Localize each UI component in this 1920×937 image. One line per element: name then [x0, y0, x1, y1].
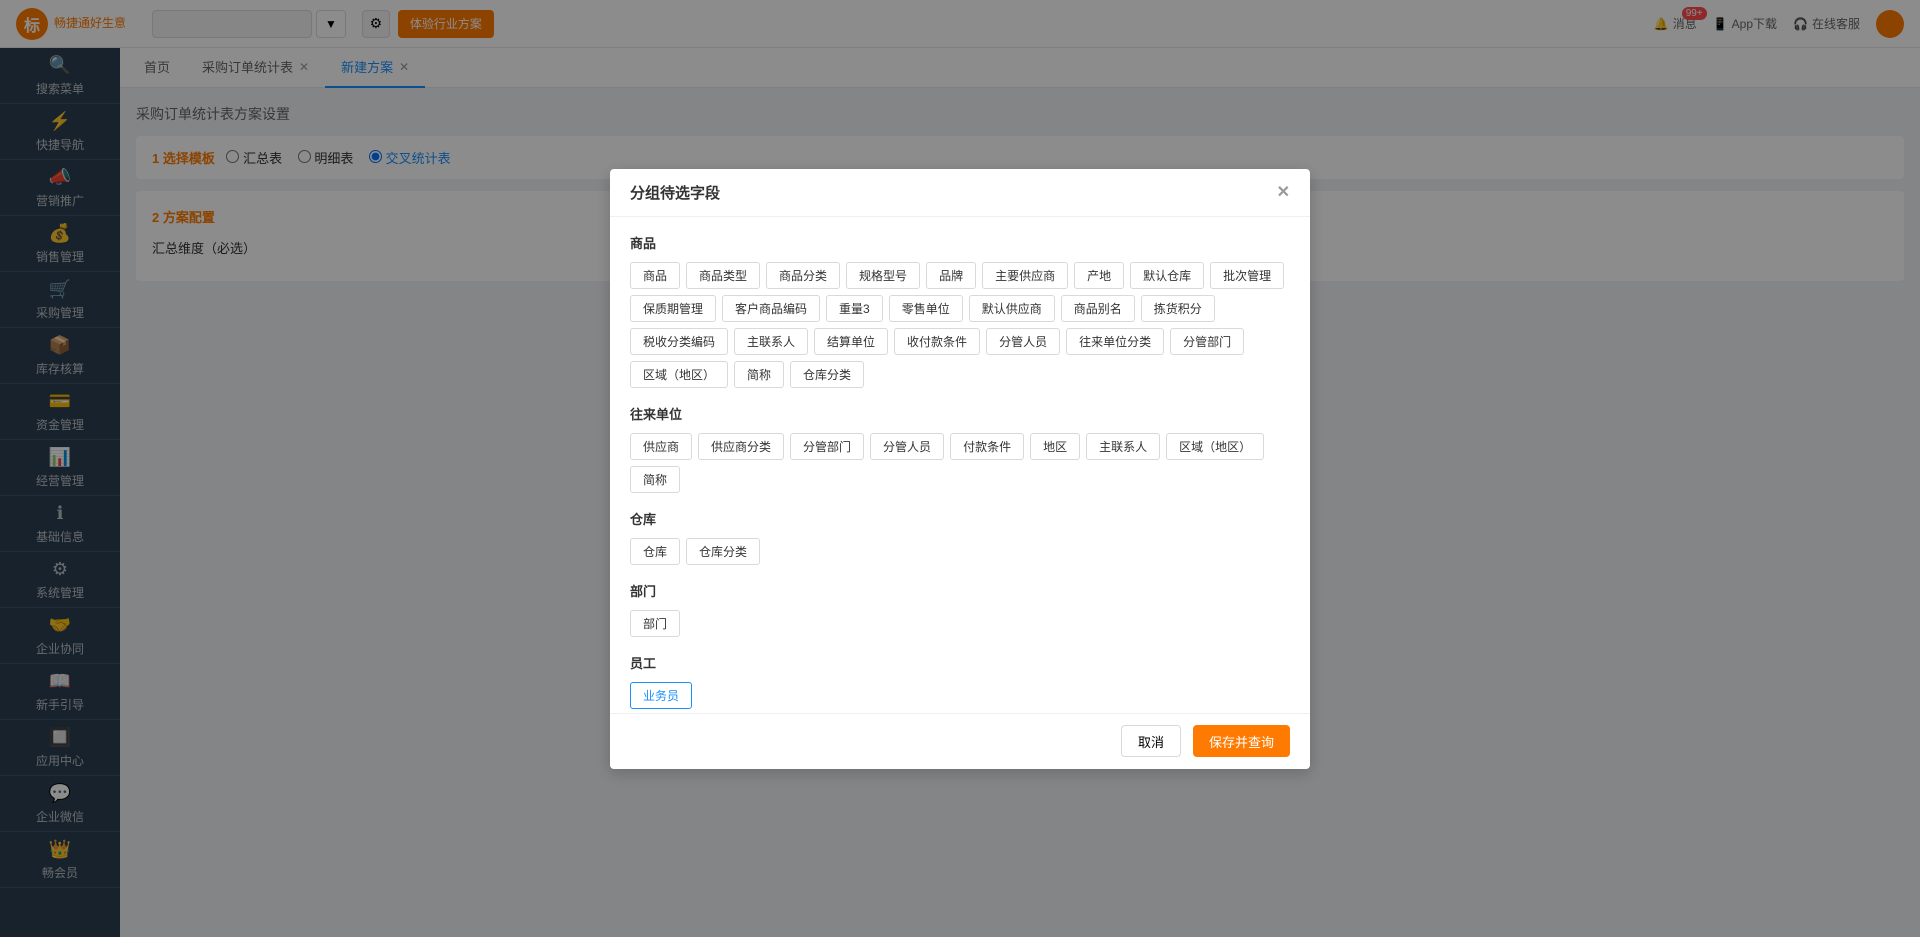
- field-tag[interactable]: 仓库分类: [790, 361, 864, 388]
- section-warehouse-title: 仓库: [630, 509, 1290, 528]
- field-tag[interactable]: 收付款条件: [894, 328, 980, 355]
- field-tag[interactable]: 仓库分类: [686, 538, 760, 565]
- section-warehouse-tags: 仓库 仓库分类: [630, 538, 1290, 565]
- field-tag[interactable]: 区域（地区）: [630, 361, 728, 388]
- field-tag[interactable]: 部门: [630, 610, 680, 637]
- field-tag[interactable]: 供应商: [630, 433, 692, 460]
- field-selection-modal: 分组待选字段 ✕ 商品 商品 商品类型 商品分类 规格型号 品牌 主要供应商 产…: [610, 169, 1310, 769]
- modal-confirm-btn[interactable]: 保存并查询: [1193, 725, 1290, 757]
- section-employee-tags: 业务员: [630, 682, 1290, 709]
- section-partner-title: 往来单位: [630, 404, 1290, 423]
- modal-overlay: 分组待选字段 ✕ 商品 商品 商品类型 商品分类 规格型号 品牌 主要供应商 产…: [0, 0, 1920, 937]
- field-tag[interactable]: 品牌: [926, 262, 976, 289]
- field-tag[interactable]: 主联系人: [734, 328, 808, 355]
- field-tag[interactable]: 税收分类编码: [630, 328, 728, 355]
- field-tag[interactable]: 规格型号: [846, 262, 920, 289]
- field-tag-salesperson[interactable]: 业务员: [630, 682, 692, 709]
- field-tag[interactable]: 供应商分类: [698, 433, 784, 460]
- field-tag[interactable]: 简称: [630, 466, 680, 493]
- field-tag[interactable]: 分管部门: [1170, 328, 1244, 355]
- field-tag[interactable]: 批次管理: [1210, 262, 1284, 289]
- section-department-title: 部门: [630, 581, 1290, 600]
- section-partner: 往来单位 供应商 供应商分类 分管部门 分管人员 付款条件 地区 主联系人 区域…: [630, 404, 1290, 493]
- section-employee: 员工 业务员: [630, 653, 1290, 709]
- field-tag[interactable]: 拣货积分: [1141, 295, 1215, 322]
- field-tag[interactable]: 商品类型: [686, 262, 760, 289]
- field-tag[interactable]: 仓库: [630, 538, 680, 565]
- field-tag[interactable]: 零售单位: [889, 295, 963, 322]
- field-tag[interactable]: 地区: [1030, 433, 1080, 460]
- section-products-tags: 商品 商品类型 商品分类 规格型号 品牌 主要供应商 产地 默认仓库 批次管理 …: [630, 262, 1290, 388]
- field-tag[interactable]: 商品: [630, 262, 680, 289]
- field-tag[interactable]: 默认供应商: [969, 295, 1055, 322]
- field-tag[interactable]: 结算单位: [814, 328, 888, 355]
- field-tag[interactable]: 商品别名: [1061, 295, 1135, 322]
- modal-title: 分组待选字段: [630, 182, 720, 203]
- field-tag[interactable]: 付款条件: [950, 433, 1024, 460]
- section-partner-tags: 供应商 供应商分类 分管部门 分管人员 付款条件 地区 主联系人 区域（地区） …: [630, 433, 1290, 493]
- field-tag[interactable]: 往来单位分类: [1066, 328, 1164, 355]
- field-tag[interactable]: 默认仓库: [1130, 262, 1204, 289]
- field-tag[interactable]: 主联系人: [1086, 433, 1160, 460]
- field-tag[interactable]: 产地: [1074, 262, 1124, 289]
- section-warehouse: 仓库 仓库 仓库分类: [630, 509, 1290, 565]
- field-tag[interactable]: 简称: [734, 361, 784, 388]
- section-products-title: 商品: [630, 233, 1290, 252]
- field-tag[interactable]: 分管人员: [870, 433, 944, 460]
- modal-cancel-btn[interactable]: 取消: [1121, 725, 1181, 757]
- modal-body: 商品 商品 商品类型 商品分类 规格型号 品牌 主要供应商 产地 默认仓库 批次…: [610, 217, 1310, 713]
- section-department: 部门 部门: [630, 581, 1290, 637]
- field-tag[interactable]: 保质期管理: [630, 295, 716, 322]
- field-tag[interactable]: 主要供应商: [982, 262, 1068, 289]
- field-tag[interactable]: 商品分类: [766, 262, 840, 289]
- field-tag[interactable]: 重量3: [826, 295, 883, 322]
- field-tag[interactable]: 客户商品编码: [722, 295, 820, 322]
- modal-footer: 取消 保存并查询: [610, 713, 1310, 769]
- modal-header: 分组待选字段 ✕: [610, 169, 1310, 217]
- field-tag[interactable]: 分管部门: [790, 433, 864, 460]
- section-department-tags: 部门: [630, 610, 1290, 637]
- section-products: 商品 商品 商品类型 商品分类 规格型号 品牌 主要供应商 产地 默认仓库 批次…: [630, 233, 1290, 388]
- section-employee-title: 员工: [630, 653, 1290, 672]
- modal-close-btn[interactable]: ✕: [1277, 182, 1290, 202]
- field-tag[interactable]: 分管人员: [986, 328, 1060, 355]
- field-tag[interactable]: 区域（地区）: [1166, 433, 1264, 460]
